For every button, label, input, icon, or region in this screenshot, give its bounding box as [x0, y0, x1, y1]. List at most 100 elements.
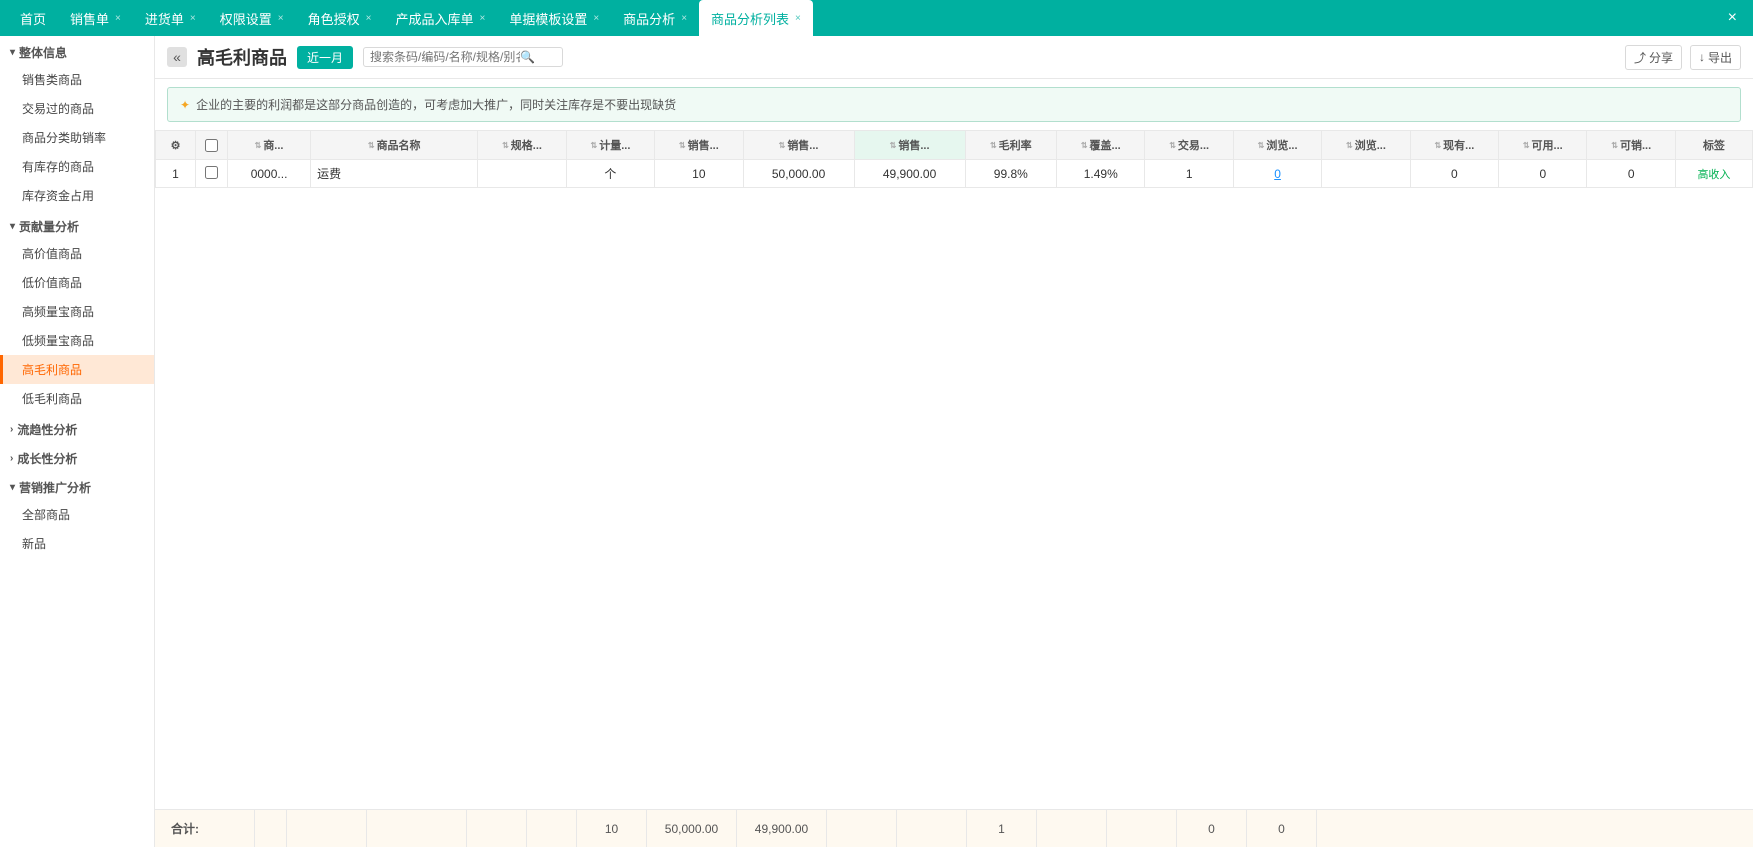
- main-layout: ▾ 整体信息 销售类商品 交易过的商品 商品分类助销率 有库存的商品 库存资金占…: [0, 36, 1753, 847]
- data-table: ⚙ ⇅商... ⇅商品名称 ⇅规格... ⇅计量... ⇅销售... ⇅销售..…: [155, 130, 1753, 188]
- col-saleable: ⇅可销...: [1587, 131, 1675, 160]
- cell-sale3: 49,900.00: [854, 160, 965, 188]
- nav-sales[interactable]: 销售单 ×: [58, 0, 133, 36]
- cell-sale2: 50,000.00: [743, 160, 854, 188]
- cell-code: 0000...: [228, 160, 311, 188]
- nav-template[interactable]: 单据模板设置 ×: [497, 0, 611, 36]
- sidebar-section-growth[interactable]: › 成长性分析: [0, 442, 154, 471]
- col-code: ⇅商...: [228, 131, 311, 160]
- close-product-entry-tab[interactable]: ×: [479, 13, 485, 24]
- export-button[interactable]: ↓ 导出: [1690, 45, 1741, 70]
- sidebar-item-category-assist[interactable]: 商品分类助销率: [0, 123, 154, 152]
- col-tag: 标签: [1675, 131, 1752, 160]
- col-gross: ⇅毛利率: [965, 131, 1056, 160]
- nav-role[interactable]: 角色授权 ×: [296, 0, 384, 36]
- cell-sale1: 10: [655, 160, 743, 188]
- footer-spacer8: [897, 810, 967, 847]
- arrow-icon-3: ›: [10, 424, 13, 435]
- sidebar-item-sales-goods[interactable]: 销售类商品: [0, 65, 154, 94]
- info-banner: ✦ 企业的主要的利润都是这部分商品创造的，可考虑加大推广，同时关注库存是不要出现…: [167, 87, 1741, 122]
- close-permission-tab[interactable]: ×: [278, 13, 284, 24]
- sort-icon-available: ⇅: [1523, 141, 1530, 150]
- cell-trade: 1: [1145, 160, 1233, 188]
- cell-browse2: [1322, 160, 1410, 188]
- footer-current: 0: [1177, 810, 1247, 847]
- nav-permission[interactable]: 权限设置 ×: [208, 0, 296, 36]
- footer-cells: 10 50,000.00 49,900.00 1 0 0: [215, 810, 1753, 847]
- sidebar: ▾ 整体信息 销售类商品 交易过的商品 商品分类助销率 有库存的商品 库存资金占…: [0, 36, 155, 847]
- table-header-row: ⚙ ⇅商... ⇅商品名称 ⇅规格... ⇅计量... ⇅销售... ⇅销售..…: [156, 131, 1753, 160]
- sidebar-collapse-button[interactable]: «: [167, 47, 187, 67]
- footer-sale1: 10: [577, 810, 647, 847]
- cell-current: 0: [1410, 160, 1498, 188]
- close-role-tab[interactable]: ×: [366, 13, 372, 24]
- close-template-tab[interactable]: ×: [593, 13, 599, 24]
- sort-icon-trade: ⇅: [1169, 141, 1176, 150]
- cell-cover: 1.49%: [1057, 160, 1145, 188]
- nav-product-analysis-list[interactable]: 商品分析列表 ×: [699, 0, 813, 36]
- sidebar-item-high-value[interactable]: 高价值商品: [0, 239, 154, 268]
- cell-spec: [478, 160, 566, 188]
- footer-spacer3: [287, 810, 367, 847]
- sort-icon-name: ⇅: [368, 141, 375, 150]
- footer-spacer1: [215, 810, 255, 847]
- nav-home[interactable]: 首页: [8, 0, 58, 36]
- close-product-analysis-tab[interactable]: ×: [681, 13, 687, 24]
- cell-tag: 高收入: [1675, 160, 1752, 188]
- row-checkbox[interactable]: [205, 166, 218, 179]
- arrow-icon-5: ▾: [10, 482, 15, 493]
- sidebar-item-high-margin[interactable]: 高毛利商品: [0, 355, 154, 384]
- nav-purchase[interactable]: 进货单 ×: [133, 0, 208, 36]
- period-button[interactable]: 近一月: [297, 46, 353, 69]
- sort-icon-saleable: ⇅: [1611, 141, 1618, 150]
- nav-product-analysis[interactable]: 商品分析 ×: [611, 0, 699, 36]
- footer-spacer4: [367, 810, 467, 847]
- col-sale3: ⇅销售...: [854, 131, 965, 160]
- window-close-button[interactable]: ×: [1720, 9, 1745, 27]
- table-row: 1 0000... 运费 个 10 50,000.00 49,900.00 99…: [156, 160, 1753, 188]
- cell-index: 1: [156, 160, 196, 188]
- sort-icon-sale2: ⇅: [779, 141, 786, 150]
- sidebar-item-low-value[interactable]: 低价值商品: [0, 268, 154, 297]
- share-button[interactable]: ⤴ 分享: [1625, 45, 1682, 70]
- col-spec: ⇅规格...: [478, 131, 566, 160]
- cell-name: 运费: [311, 160, 478, 188]
- footer-sale3: 49,900.00: [737, 810, 827, 847]
- sort-icon-sale1: ⇅: [679, 141, 686, 150]
- sidebar-section-overall[interactable]: ▾ 整体信息: [0, 36, 154, 65]
- sidebar-section-trend[interactable]: › 流趋性分析: [0, 413, 154, 442]
- sidebar-item-new-goods[interactable]: 新品: [0, 529, 154, 558]
- footer-sale2: 50,000.00: [647, 810, 737, 847]
- sidebar-section-contribution[interactable]: ▾ 贡献量分析: [0, 210, 154, 239]
- col-browse2: ⇅浏览...: [1322, 131, 1410, 160]
- cell-browse1[interactable]: 0: [1233, 160, 1321, 188]
- arrow-icon-2: ▾: [10, 221, 15, 232]
- sidebar-item-traded-goods[interactable]: 交易过的商品: [0, 94, 154, 123]
- cell-checkbox[interactable]: [196, 160, 228, 188]
- footer-trade: 1: [967, 810, 1037, 847]
- footer-spacer5: [467, 810, 527, 847]
- sidebar-section-marketing[interactable]: ▾ 营销推广分析: [0, 471, 154, 500]
- search-input[interactable]: [370, 50, 520, 64]
- sidebar-item-inventory-fund[interactable]: 库存资金占用: [0, 181, 154, 210]
- sidebar-item-all-goods[interactable]: 全部商品: [0, 500, 154, 529]
- select-all-checkbox[interactable]: [205, 139, 218, 152]
- settings-icon[interactable]: ⚙: [171, 139, 181, 152]
- sidebar-item-low-freq[interactable]: 低频量宝商品: [0, 326, 154, 355]
- col-sale2: ⇅销售...: [743, 131, 854, 160]
- table-area[interactable]: ⚙ ⇅商... ⇅商品名称 ⇅规格... ⇅计量... ⇅销售... ⇅销售..…: [155, 130, 1753, 847]
- sidebar-item-in-stock[interactable]: 有库存的商品: [0, 152, 154, 181]
- sort-icon-current: ⇅: [1434, 141, 1441, 150]
- close-purchase-tab[interactable]: ×: [190, 13, 196, 24]
- sidebar-item-low-margin[interactable]: 低毛利商品: [0, 384, 154, 413]
- content-title: 高毛利商品: [197, 44, 287, 70]
- search-icon[interactable]: 🔍: [520, 50, 535, 64]
- footer-spacer10: [1107, 810, 1177, 847]
- content-header: « 高毛利商品 近一月 🔍 ⤴ 分享 ↓ 导出: [155, 36, 1753, 79]
- footer-label: 合计:: [155, 820, 215, 837]
- nav-product-entry[interactable]: 产成品入库单 ×: [383, 0, 497, 36]
- close-product-analysis-list-tab[interactable]: ×: [795, 13, 801, 24]
- footer-spacer6: [527, 810, 577, 847]
- sidebar-item-high-freq[interactable]: 高频量宝商品: [0, 297, 154, 326]
- close-sales-tab[interactable]: ×: [115, 13, 121, 24]
